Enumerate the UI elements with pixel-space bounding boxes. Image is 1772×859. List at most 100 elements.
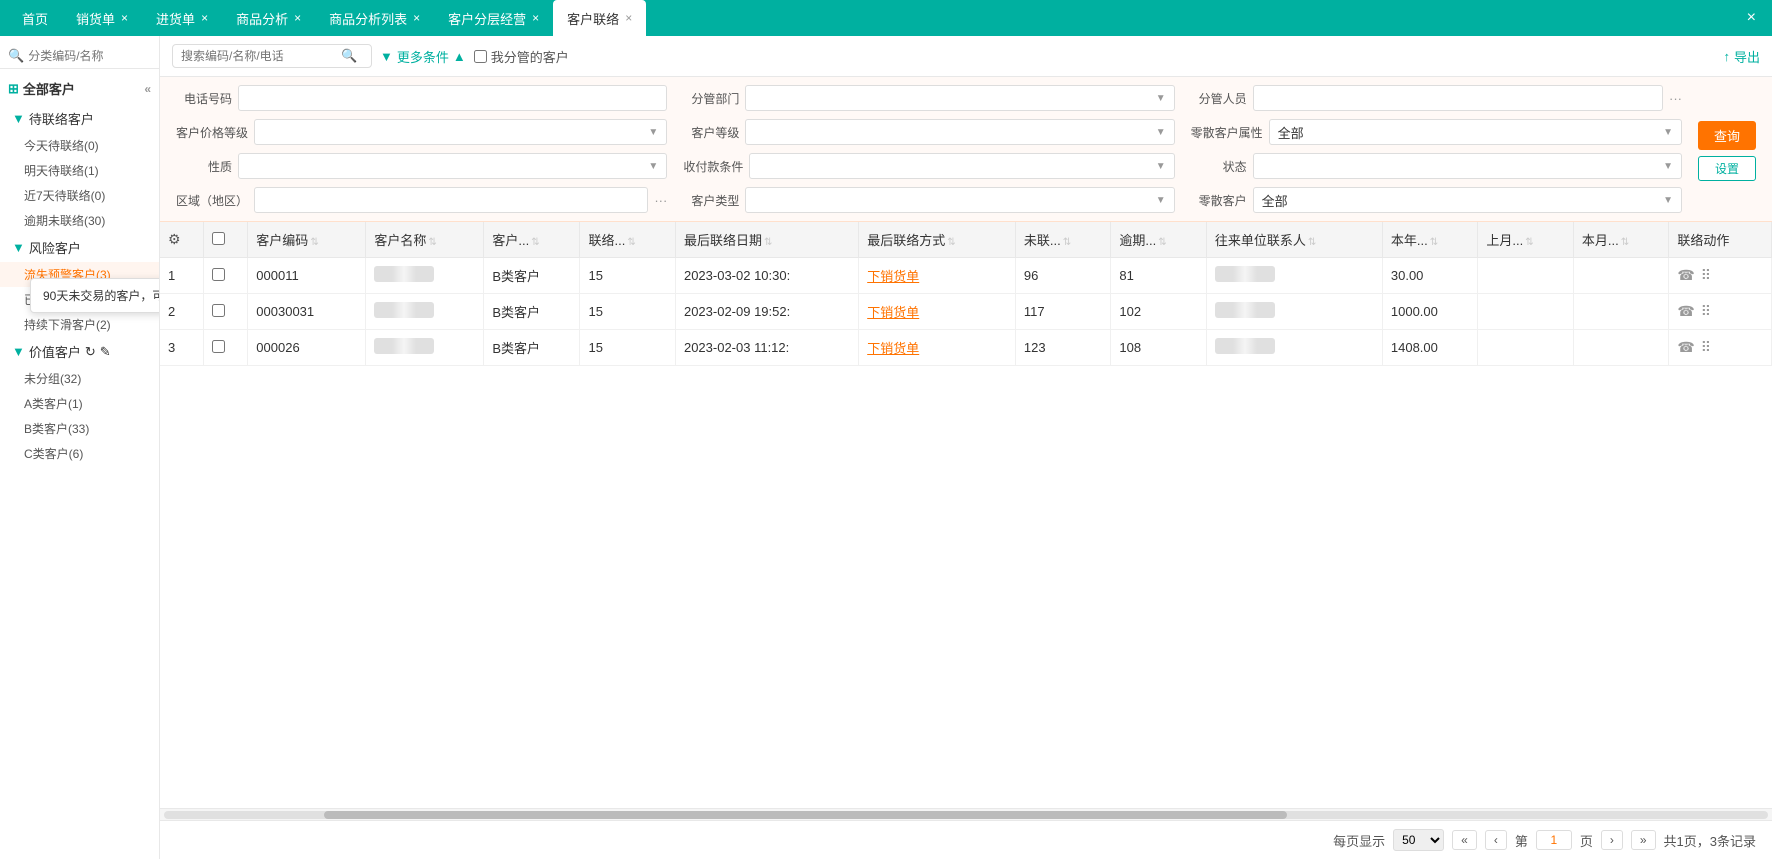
col-no-contact[interactable]: 未联...⇅ — [1015, 222, 1110, 258]
close-icon[interactable]: × — [532, 11, 539, 25]
sidebar-item-declining[interactable]: 持续下滑客户(2) — [0, 312, 159, 337]
contact-icon[interactable]: ☎ — [1677, 339, 1694, 356]
scrollbar-track[interactable] — [164, 811, 1768, 819]
col-last-contact-way[interactable]: 最后联络方式⇅ — [859, 222, 1016, 258]
sidebar-group-value[interactable]: ▼ 价值客户 ↻ ✎ — [0, 337, 159, 366]
sidebar-item-week-contact[interactable]: 近7天待联络(0) — [0, 183, 159, 208]
phone-input[interactable] — [238, 85, 667, 111]
sidebar-search-box[interactable]: 🔍 — [0, 44, 159, 69]
next-page-button[interactable]: › — [1601, 830, 1623, 850]
last-page-button[interactable]: » — [1631, 830, 1656, 850]
sidebar-group-risk[interactable]: ▼ 风险客户 — [0, 233, 159, 262]
action-icons: ☎ ⠿ — [1677, 267, 1763, 284]
tab-home[interactable]: 首页 — [8, 0, 62, 36]
nature-select[interactable]: ▼ — [238, 153, 667, 179]
search-icon[interactable]: 🔍 — [341, 48, 357, 64]
settings-button[interactable]: 设置 — [1698, 156, 1756, 181]
payment-select[interactable]: ▼ — [749, 153, 1174, 179]
retail-attr-select[interactable]: 全部 ▼ — [1269, 119, 1682, 145]
status-select[interactable]: ▼ — [1253, 153, 1682, 179]
cell-last-way[interactable]: 下销货单 — [859, 294, 1016, 330]
page-number-input[interactable] — [1536, 830, 1572, 850]
sidebar-item-today-contact[interactable]: 今天待联络(0) — [0, 133, 159, 158]
sidebar-item-class-a[interactable]: A类客户(1) — [0, 391, 159, 416]
sidebar-item-unclassified[interactable]: 未分组(32) — [0, 366, 159, 391]
more-options-icon[interactable]: ··· — [654, 193, 667, 208]
cell-checkbox[interactable] — [203, 294, 248, 330]
cell-checkbox[interactable] — [203, 258, 248, 294]
per-page-select[interactable]: 50 100 — [1393, 829, 1444, 851]
col-type[interactable]: 客户...⇅ — [484, 222, 580, 258]
dept-select[interactable]: ▼ — [745, 85, 1174, 111]
col-this-year[interactable]: 本年...⇅ — [1382, 222, 1477, 258]
edit-icon[interactable]: ✎ — [100, 344, 111, 360]
col-checkbox[interactable] — [203, 222, 248, 258]
close-icon[interactable]: × — [121, 11, 128, 25]
sidebar-item-class-c[interactable]: C类客户(6) — [0, 441, 159, 466]
cell-last-way[interactable]: 下销货单 — [859, 258, 1016, 294]
tab-sales-order[interactable]: 销货单 × — [62, 0, 142, 36]
row-checkbox[interactable] — [212, 304, 225, 317]
tab-product-analysis-list[interactable]: 商品分析列表 × — [315, 0, 434, 36]
category-search-input[interactable] — [28, 49, 160, 63]
col-overdue[interactable]: 逾期...⇅ — [1111, 222, 1206, 258]
more-action-icon[interactable]: ⠿ — [1701, 267, 1711, 284]
col-gear[interactable]: ⚙ — [160, 222, 203, 258]
first-page-button[interactable]: « — [1452, 830, 1477, 850]
scrollbar-thumb[interactable] — [324, 811, 1286, 819]
my-customer-check[interactable] — [474, 50, 487, 63]
cell-checkbox[interactable] — [203, 330, 248, 366]
tab-product-analysis[interactable]: 商品分析 × — [222, 0, 315, 36]
select-all-checkbox[interactable] — [212, 232, 225, 245]
query-button[interactable]: 查询 — [1698, 121, 1756, 150]
more-action-icon[interactable]: ⠿ — [1701, 339, 1711, 356]
tab-customer-contact[interactable]: 客户联络 × — [553, 0, 646, 36]
cell-last-date: 2023-02-09 19:52: — [675, 294, 858, 330]
sidebar: 🔍 ⊞ 全部客户 « ▼ 待联络客户 今天待联络(0) 明天待联络(1) 近7天… — [0, 36, 160, 859]
close-icon[interactable]: × — [413, 11, 420, 25]
more-options-icon[interactable]: ··· — [1669, 91, 1682, 106]
filter-search-box[interactable]: 🔍 — [172, 44, 372, 68]
cell-last-way[interactable]: 下销货单 — [859, 330, 1016, 366]
contact-icon[interactable]: ☎ — [1677, 267, 1694, 284]
search-input[interactable] — [181, 49, 341, 63]
my-customer-checkbox[interactable]: 我分管的客户 — [474, 47, 569, 66]
col-contact-person[interactable]: 往来单位联系人⇅ — [1206, 222, 1382, 258]
advanced-filter-panel: 电话号码 分管部门 ▼ 分管人员 — [160, 77, 1772, 222]
sidebar-item-class-b[interactable]: B类客户(33) — [0, 416, 159, 441]
sidebar-group-pending[interactable]: ▼ 待联络客户 — [0, 104, 159, 133]
row-checkbox[interactable] — [212, 268, 225, 281]
region-select[interactable] — [254, 187, 648, 213]
refresh-icon[interactable]: ↻ — [85, 344, 96, 360]
col-last-contact-date[interactable]: 最后联络日期⇅ — [675, 222, 858, 258]
sidebar-item-overdue-contact[interactable]: 逾期未联络(30) — [0, 208, 159, 233]
gear-icon[interactable]: ⚙ — [168, 231, 181, 247]
col-name[interactable]: 客户名称⇅ — [366, 222, 484, 258]
contact-icon[interactable]: ☎ — [1677, 303, 1694, 320]
sidebar-item-tomorrow-contact[interactable]: 明天待联络(1) — [0, 158, 159, 183]
close-all-button[interactable]: × — [1739, 9, 1764, 27]
customer-level-select[interactable]: ▼ — [745, 119, 1174, 145]
sidebar-all-customers[interactable]: ⊞ 全部客户 « — [0, 73, 159, 104]
customer-type-select[interactable]: ▼ — [745, 187, 1174, 213]
col-contact[interactable]: 联络...⇅ — [580, 222, 675, 258]
close-icon[interactable]: × — [201, 11, 208, 25]
prev-page-button[interactable]: ‹ — [1485, 830, 1507, 850]
manager-select[interactable] — [1253, 85, 1663, 111]
tab-purchase-order[interactable]: 进货单 × — [142, 0, 222, 36]
collapse-icon[interactable]: « — [144, 82, 151, 96]
row-checkbox[interactable] — [212, 340, 225, 353]
filter-region: 区域（地区） ··· — [176, 187, 667, 213]
more-action-icon[interactable]: ⠿ — [1701, 303, 1711, 320]
price-level-select[interactable]: ▼ — [254, 119, 667, 145]
horizontal-scrollbar[interactable] — [160, 808, 1772, 820]
col-code[interactable]: 客户编码⇅ — [248, 222, 366, 258]
col-this-month[interactable]: 本月...⇅ — [1573, 222, 1668, 258]
retail-customer-select[interactable]: 全部 ▼ — [1253, 187, 1682, 213]
col-last-month[interactable]: 上月...⇅ — [1478, 222, 1573, 258]
export-button[interactable]: ↑ 导出 — [1723, 47, 1760, 66]
close-icon[interactable]: × — [625, 11, 632, 25]
tab-customer-layer[interactable]: 客户分层经营 × — [434, 0, 553, 36]
more-filter-button[interactable]: ▼ 更多条件 ▲ — [380, 47, 466, 66]
close-icon[interactable]: × — [294, 11, 301, 25]
